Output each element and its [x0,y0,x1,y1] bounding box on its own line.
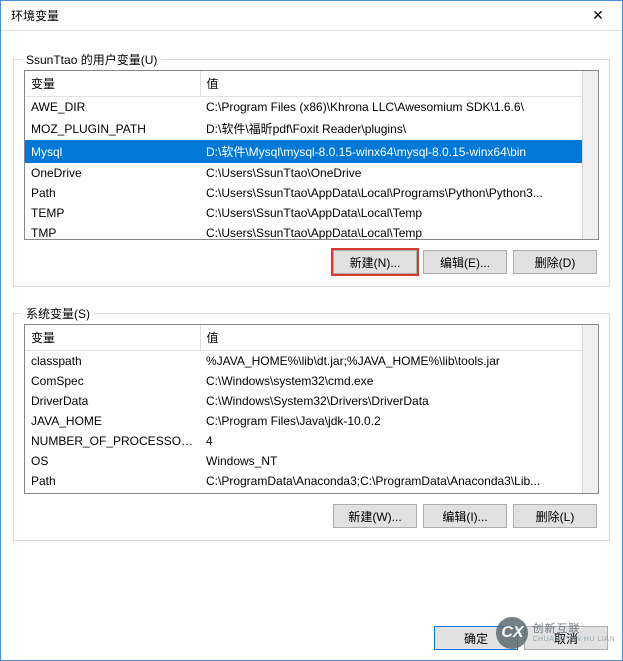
cell-val: Windows_NT [200,451,582,471]
cell-var: ComSpec [25,371,200,391]
cell-var: AWE_DIR [25,97,200,118]
system-new-button[interactable]: 新建(W)... [333,504,417,528]
window-title: 环境变量 [5,7,59,24]
system-vars-buttons: 新建(W)... 编辑(I)... 删除(L) [24,494,599,530]
table-row[interactable]: NUMBER_OF_PROCESSORS4 [25,431,582,451]
user-delete-button[interactable]: 删除(D) [513,250,597,274]
table-row[interactable]: AWE_DIRC:\Program Files (x86)\Khrona LLC… [25,97,582,118]
user-new-button[interactable]: 新建(N)... [333,250,417,274]
cell-val: D:\软件\福昕pdf\Foxit Reader\plugins\ [200,117,582,140]
cell-val: C:\Windows\system32\cmd.exe [200,371,582,391]
cell-var: Path [25,183,200,203]
cell-val: D:\软件\Mysql\mysql-8.0.15-winx64\mysql-8.… [200,140,582,163]
table-row[interactable]: ComSpecC:\Windows\system32\cmd.exe [25,371,582,391]
cell-var: MOZ_PLUGIN_PATH [25,117,200,140]
table-header-row: 变量 值 [25,325,582,351]
titlebar: 环境变量 ✕ [1,1,622,31]
user-edit-button[interactable]: 编辑(E)... [423,250,507,274]
table-row[interactable]: JAVA_HOMEC:\Program Files\Java\jdk-10.0.… [25,411,582,431]
cell-var: classpath [25,351,200,372]
dialog-content: SsunTtao 的用户变量(U) 变量 值 AWE_DIRC:\Program… [1,31,622,620]
cancel-button[interactable]: 取消 [524,626,608,650]
cell-val: C:\Users\SsunTtao\AppData\Local\Programs… [200,183,582,203]
system-delete-button[interactable]: 删除(L) [513,504,597,528]
cell-var: Path [25,471,200,491]
table-row[interactable]: MOZ_PLUGIN_PATHD:\软件\福昕pdf\Foxit Reader\… [25,117,582,140]
table-row[interactable]: OSWindows_NT [25,451,582,471]
col-header-var[interactable]: 变量 [25,325,200,351]
cell-var: Mysql [25,140,200,163]
cell-val: C:\Program Files (x86)\Khrona LLC\Awesom… [200,97,582,118]
col-header-val[interactable]: 值 [200,71,582,97]
ok-button[interactable]: 确定 [434,626,518,650]
cell-var: TMP [25,223,200,239]
table-row[interactable]: classpath%JAVA_HOME%\lib\dt.jar;%JAVA_HO… [25,351,582,372]
cell-var: OneDrive [25,163,200,183]
cell-val: C:\Users\SsunTtao\OneDrive [200,163,582,183]
env-vars-dialog: 环境变量 ✕ SsunTtao 的用户变量(U) 变量 值 [0,0,623,661]
cell-val: C:\ProgramData\Anaconda3;C:\ProgramData\… [200,471,582,491]
user-vars-buttons: 新建(N)... 编辑(E)... 删除(D) [24,240,599,276]
user-vars-scrollbar[interactable] [582,71,598,239]
table-header-row: 变量 值 [25,71,582,97]
cell-val: C:\Program Files\Java\jdk-10.0.2 [200,411,582,431]
user-vars-group: SsunTtao 的用户变量(U) 变量 值 AWE_DIRC:\Program… [13,59,610,287]
system-vars-table[interactable]: 变量 值 classpath%JAVA_HOME%\lib\dt.jar;%JA… [25,325,582,491]
table-row[interactable]: DriverDataC:\Windows\System32\Drivers\Dr… [25,391,582,411]
cell-val: 4 [200,431,582,451]
cell-var: TEMP [25,203,200,223]
system-vars-scrollbar[interactable] [582,325,598,493]
user-vars-label: SsunTtao 的用户变量(U) [22,51,161,68]
close-icon[interactable]: ✕ [578,2,618,30]
cell-val: C:\Users\SsunTtao\AppData\Local\Temp [200,203,582,223]
cell-var: OS [25,451,200,471]
cell-val: C:\Windows\System32\Drivers\DriverData [200,391,582,411]
system-vars-table-wrap: 变量 值 classpath%JAVA_HOME%\lib\dt.jar;%JA… [24,324,599,494]
system-edit-button[interactable]: 编辑(I)... [423,504,507,528]
col-header-var[interactable]: 变量 [25,71,200,97]
system-vars-group: 系统变量(S) 变量 值 classpath%JAVA_HOME%\lib\dt… [13,313,610,541]
user-vars-table[interactable]: 变量 值 AWE_DIRC:\Program Files (x86)\Khron… [25,71,582,239]
system-vars-label: 系统变量(S) [22,305,94,322]
cell-var: DriverData [25,391,200,411]
dialog-buttons: 确定 取消 [1,620,622,660]
cell-var: JAVA_HOME [25,411,200,431]
table-row[interactable]: OneDriveC:\Users\SsunTtao\OneDrive [25,163,582,183]
table-row[interactable]: TMPC:\Users\SsunTtao\AppData\Local\Temp [25,223,582,239]
col-header-val[interactable]: 值 [200,325,582,351]
user-vars-table-wrap: 变量 值 AWE_DIRC:\Program Files (x86)\Khron… [24,70,599,240]
cell-val: %JAVA_HOME%\lib\dt.jar;%JAVA_HOME%\lib\t… [200,351,582,372]
user-vars-table-inner: 变量 值 AWE_DIRC:\Program Files (x86)\Khron… [25,71,582,239]
system-vars-table-inner: 变量 值 classpath%JAVA_HOME%\lib\dt.jar;%JA… [25,325,582,493]
table-row[interactable]: TEMPC:\Users\SsunTtao\AppData\Local\Temp [25,203,582,223]
table-row[interactable]: PathC:\ProgramData\Anaconda3;C:\ProgramD… [25,471,582,491]
cell-val: C:\Users\SsunTtao\AppData\Local\Temp [200,223,582,239]
table-row[interactable]: PathC:\Users\SsunTtao\AppData\Local\Prog… [25,183,582,203]
table-row[interactable]: MysqlD:\软件\Mysql\mysql-8.0.15-winx64\mys… [25,140,582,163]
cell-var: NUMBER_OF_PROCESSORS [25,431,200,451]
